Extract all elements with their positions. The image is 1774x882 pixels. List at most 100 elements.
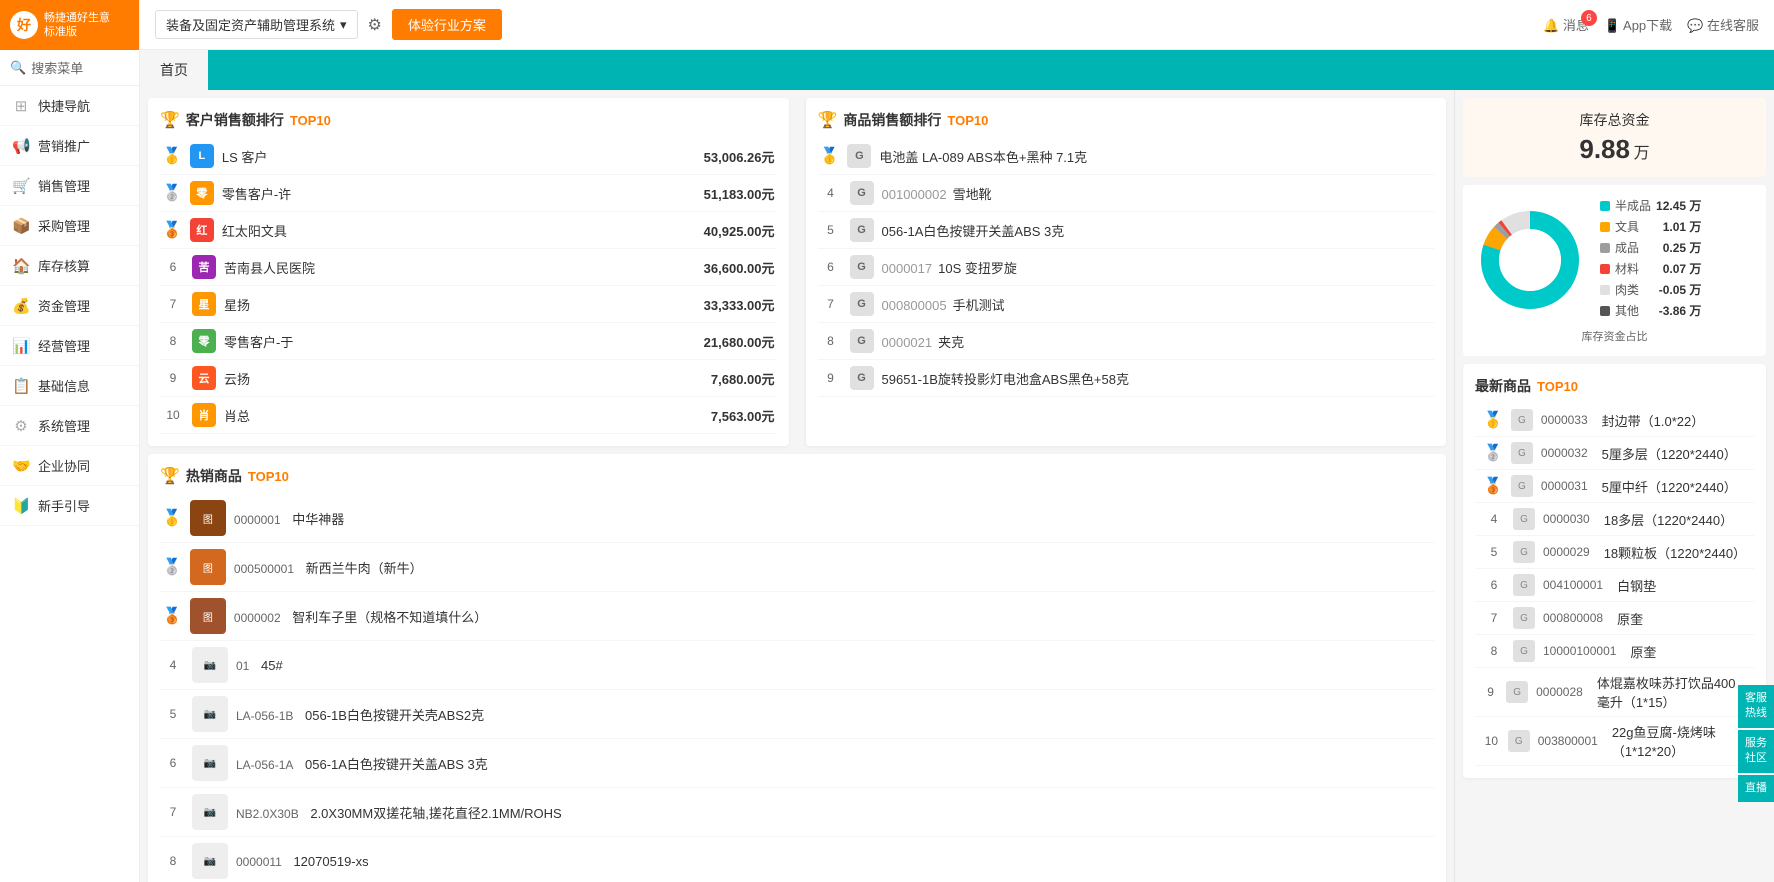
header-right: 🔔 消息 6 📱 App下载 💬 在线客服 xyxy=(1543,15,1759,34)
online-service-link[interactable]: 💬 在线客服 xyxy=(1687,15,1759,34)
sidebar-item-system[interactable]: ⚙ 系统管理 xyxy=(0,406,139,446)
notification-bell[interactable]: 🔔 消息 6 xyxy=(1543,15,1589,34)
rank-name-8: 肖总 xyxy=(224,406,703,425)
chart-legend: 半成品 12.45 万 文具 1.01 万 成品 0.25 万 xyxy=(1600,197,1701,323)
rank-item: 🥉 红 红太阳文具 40,925.00元 xyxy=(160,212,777,249)
rank-item: 6 苦 苦南县人民医院 36,600.00元 xyxy=(160,249,777,286)
new-products-badge: TOP10 xyxy=(1537,379,1578,394)
product-item: 5 📷 LA-056-1B 056-1B白色按键开关壳ABS2克 xyxy=(160,690,1434,739)
sales-icon: 🛒 xyxy=(12,177,30,195)
trial-button[interactable]: 体验行业方案 xyxy=(392,9,502,40)
sidebar-item-sales[interactable]: 🛒 销售管理 xyxy=(0,166,139,206)
rank-num-6: 8 xyxy=(162,334,184,348)
hot-sales-list: 🥇 G 电池盖 LA-089 ABS本色+黑种 7.1克 4 G 0010000… xyxy=(818,138,1435,397)
sidebar-item-finance[interactable]: 💰 资金管理 xyxy=(0,286,139,326)
product-item: 🥈 图 000500001 新西兰牛肉（新牛） xyxy=(160,543,1434,592)
float-btn-customer-service[interactable]: 客服热线 xyxy=(1738,685,1774,728)
inventory-total-card: 库存总资金 9.88 万 xyxy=(1463,98,1766,177)
rank-value-8: 7,563.00元 xyxy=(711,406,775,425)
hot-sales-top-badge: TOP10 xyxy=(947,113,988,128)
legend-dot-finished xyxy=(1600,243,1610,253)
legend-dot-material xyxy=(1600,264,1610,274)
sidebar-item-purchase[interactable]: 📦 采购管理 xyxy=(0,206,139,246)
rank-item: 8 零 零售客户-于 21,680.00元 xyxy=(160,323,777,360)
legend-dot-meat xyxy=(1600,285,1610,295)
marketing-icon: 📢 xyxy=(12,137,30,155)
legend-item-stationery: 文具 1.01 万 xyxy=(1600,218,1701,235)
hot-rank-item: 6 G 000001710S 变扭罗旋 xyxy=(818,249,1435,286)
rank-avatar-2: 零 xyxy=(190,181,214,205)
customer-top-badge: TOP10 xyxy=(290,113,331,128)
hot-rank-avatar-5: G xyxy=(850,292,874,316)
system-icon: ⚙ xyxy=(12,417,30,435)
hot-rank-item: 7 G 000800005手机测试 xyxy=(818,286,1435,323)
product-thumb-2: 图 xyxy=(190,549,226,585)
sidebar-item-marketing[interactable]: 📢 营销推广 xyxy=(0,126,139,166)
product-thumb-4: 📷 xyxy=(192,647,228,683)
finance-icon: 💰 xyxy=(12,297,30,315)
rank-name-6: 零售客户-于 xyxy=(224,332,696,351)
sidebar-item-inventory[interactable]: 🏠 库存核算 xyxy=(0,246,139,286)
sidebar-item-ops[interactable]: 📊 经营管理 xyxy=(0,326,139,366)
rank-item: 9 云 云扬 7,680.00元 xyxy=(160,360,777,397)
rank-medal-1: 🥇 xyxy=(162,146,182,166)
middle-section: 🏆 客户销售额排行 TOP10 🥇 L LS 客户 53,006.26元 🥈 xyxy=(140,90,1454,882)
logo-text: 畅捷通好生意 标准版 xyxy=(44,11,110,40)
hot-products-medal: 🏆 xyxy=(160,466,180,486)
sidebar-item-corp[interactable]: 🤝 企业协同 xyxy=(0,446,139,486)
product-item: 🥇 图 0000001 中华神器 xyxy=(160,494,1434,543)
hot-rank-item: 5 G 056-1A白色按键开关盖ABS 3克 xyxy=(818,212,1435,249)
product-item: 4 📷 01 45# xyxy=(160,641,1434,690)
legend-dot-stationery xyxy=(1600,222,1610,232)
tab-home[interactable]: 首页 xyxy=(140,50,208,90)
rank-num-7: 9 xyxy=(162,371,184,385)
sidebar-item-basic[interactable]: 📋 基础信息 xyxy=(0,366,139,406)
customer-ranking-section: 🏆 客户销售额排行 TOP10 🥇 L LS 客户 53,006.26元 🥈 xyxy=(148,98,789,446)
search-menu[interactable]: 🔍 搜索菜单 xyxy=(0,50,139,86)
chart-subtitle: 库存资金占比 xyxy=(1475,328,1754,344)
product-thumb-8: 📷 xyxy=(192,843,228,879)
hot-rank-name-1: 电池盖 LA-089 ABS本色+黑种 7.1克 xyxy=(879,147,1432,166)
sidebar-item-guide[interactable]: 🔰 新手引导 xyxy=(0,486,139,526)
product-item: 7 📷 NB2.0X30B 2.0X30MM双搓花轴,搓花直径2.1MM/ROH… xyxy=(160,788,1434,837)
sidebar-item-quick-nav[interactable]: ⊞ 快捷导航 xyxy=(0,86,139,126)
legend-item-semifinished: 半成品 12.45 万 xyxy=(1600,197,1701,214)
ops-icon: 📊 xyxy=(12,337,30,355)
new-product-item: 🥇 G 0000033 封边带（1.0*22） xyxy=(1475,404,1754,437)
new-product-item: 4 G 0000030 18多层（1220*2440） xyxy=(1475,503,1754,536)
rank-name-2: 零售客户-许 xyxy=(222,184,696,203)
product-thumb-5: 📷 xyxy=(192,696,228,732)
new-products-section: 最新商品 TOP10 🥇 G 0000033 封边带（1.0*22） 🥈 G 0… xyxy=(1463,364,1766,778)
hot-rank-name-4: 000001710S 变扭罗旋 xyxy=(882,258,1433,277)
logo-icon: 好 xyxy=(10,11,38,39)
rank-value-2: 51,183.00元 xyxy=(704,184,775,203)
product-item: 6 📷 LA-056-1A 056-1A白色按键开关盖ABS 3克 xyxy=(160,739,1434,788)
hot-rank-name-3: 056-1A白色按键开关盖ABS 3克 xyxy=(882,221,1433,240)
float-buttons: 客服热线 服务社区 直播 xyxy=(1738,685,1774,802)
settings-icon[interactable]: ⚙ xyxy=(368,15,382,35)
product-thumb-7: 📷 xyxy=(192,794,228,830)
rank-name-5: 星扬 xyxy=(224,295,696,314)
donut-chart xyxy=(1475,205,1585,315)
rank-value-7: 7,680.00元 xyxy=(711,369,775,388)
rank-name-7: 云扬 xyxy=(224,369,703,388)
home-icon: ⊞ xyxy=(12,97,30,115)
float-btn-live[interactable]: 直播 xyxy=(1738,775,1774,802)
hot-sales-title: 商品销售额排行 xyxy=(843,110,941,130)
basic-icon: 📋 xyxy=(12,377,30,395)
legend-dot-semifinished xyxy=(1600,201,1610,211)
hot-rank-item: 8 G 0000021夹克 xyxy=(818,323,1435,360)
legend-item-finished: 成品 0.25 万 xyxy=(1600,239,1701,256)
new-product-item: 🥈 G 0000032 5厘多层（1220*2440） xyxy=(1475,437,1754,470)
rank-item: 10 肖 肖总 7,563.00元 xyxy=(160,397,777,434)
rank-avatar-8: 肖 xyxy=(192,403,216,427)
float-btn-community[interactable]: 服务社区 xyxy=(1738,730,1774,773)
system-selector[interactable]: 装备及固定资产辅助管理系统 ▾ xyxy=(155,10,358,39)
customer-ranking-title: 客户销售额排行 xyxy=(186,110,284,130)
rank-item: 7 星 星扬 33,333.00元 xyxy=(160,286,777,323)
rank-num-4: 6 xyxy=(162,260,184,274)
rank-value-6: 21,680.00元 xyxy=(704,332,775,351)
rank-num-8: 10 xyxy=(162,408,184,422)
app-download-link[interactable]: 📱 App下载 xyxy=(1604,15,1672,34)
right-panel: 库存总资金 9.88 万 xyxy=(1454,90,1774,882)
